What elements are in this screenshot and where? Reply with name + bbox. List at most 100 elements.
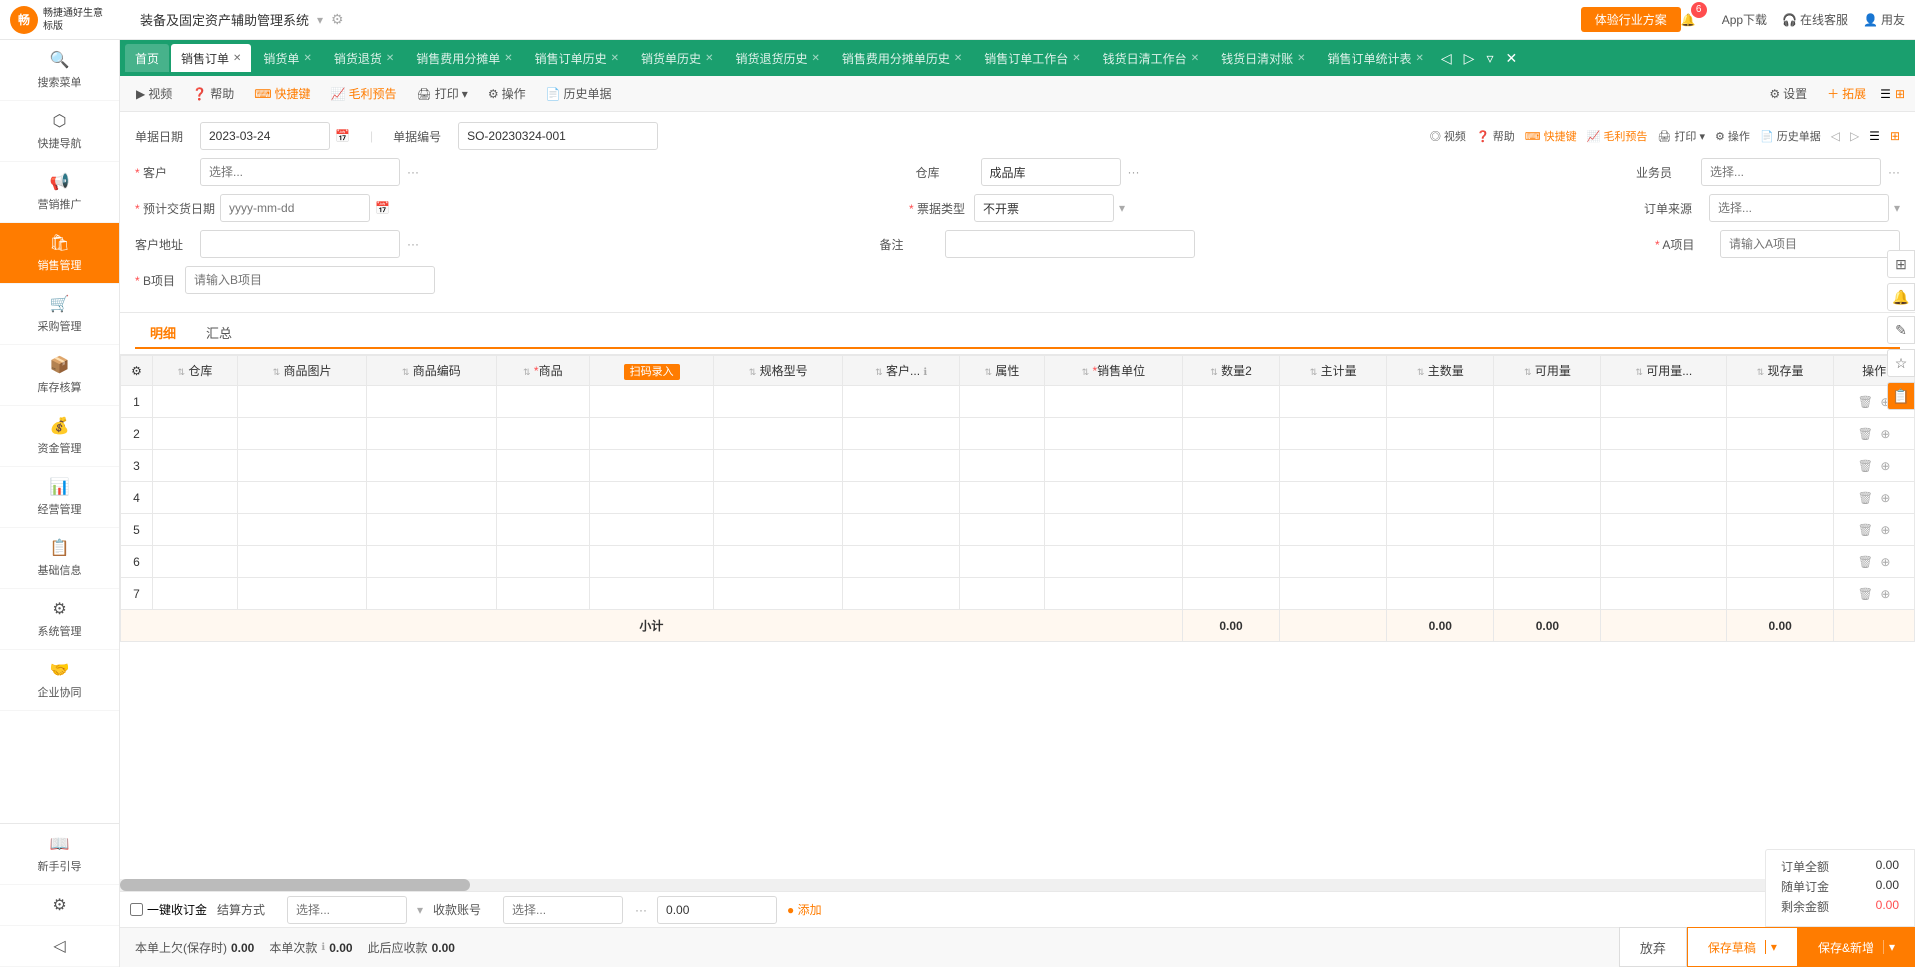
form-ops-btn[interactable]: ⚙ 操作 bbox=[1715, 128, 1750, 144]
tab-home[interactable]: 首页 bbox=[125, 44, 169, 72]
app-download-link[interactable]: App下载 bbox=[1722, 11, 1767, 28]
row-4-qty2[interactable] bbox=[1182, 482, 1279, 514]
row-1-mainqty[interactable] bbox=[1387, 386, 1494, 418]
sort-attr-icon[interactable]: ⇅ bbox=[984, 367, 992, 377]
row-6-attr[interactable] bbox=[959, 546, 1044, 578]
row-5-copy-icon[interactable]: ⊕ bbox=[1880, 523, 1890, 537]
invoice-input[interactable] bbox=[974, 194, 1114, 222]
row-2-code[interactable] bbox=[367, 418, 496, 450]
tab-fee-history-close[interactable]: ✕ bbox=[954, 53, 962, 64]
row-4-custref[interactable] bbox=[843, 482, 960, 514]
toolbar-print[interactable]: 🖨 打印 ▾ bbox=[411, 83, 474, 104]
sidebar-item-sys[interactable]: ⚙ 系统管理 bbox=[0, 589, 119, 650]
tab-invoice-history-close[interactable]: ✕ bbox=[705, 53, 713, 64]
row-5-custref[interactable] bbox=[843, 514, 960, 546]
row-7-warehouse[interactable] bbox=[153, 578, 238, 610]
toolbar-profit[interactable]: 📈 毛利预告 bbox=[325, 83, 403, 104]
form-print-btn[interactable]: 🖨 打印 ▾ bbox=[1657, 128, 1705, 144]
tab-fee-history[interactable]: 销售费用分摊单历史 ✕ bbox=[832, 44, 972, 72]
sort-avail2-icon[interactable]: ⇅ bbox=[1635, 367, 1643, 377]
right-btn-3[interactable]: ✎ bbox=[1887, 316, 1915, 344]
row-1-delete-icon[interactable]: 🗑 bbox=[1858, 395, 1873, 409]
tab-sales-invoice-close[interactable]: ✕ bbox=[303, 53, 311, 64]
sort-unit-icon[interactable]: ⇅ bbox=[1082, 367, 1090, 377]
payment-method-dropdown[interactable]: ▾ bbox=[417, 903, 423, 917]
form-grid-icon[interactable]: ⊞ bbox=[1890, 129, 1900, 143]
user-avatar[interactable]: 👤 用友 bbox=[1863, 11, 1905, 28]
sidebar-item-guide[interactable]: 📖 新手引导 bbox=[0, 824, 119, 885]
row-7-unit[interactable] bbox=[1044, 578, 1182, 610]
row-5-spec[interactable] bbox=[714, 514, 843, 546]
row-4-img[interactable] bbox=[237, 482, 366, 514]
toolbar-help[interactable]: ❓ 帮助 bbox=[186, 83, 240, 104]
row-3-qty2[interactable] bbox=[1182, 450, 1279, 482]
toolbar-history[interactable]: 📄 历史单据 bbox=[540, 83, 618, 104]
row-7-img[interactable] bbox=[237, 578, 366, 610]
tab-order-history[interactable]: 销售订单历史 ✕ bbox=[525, 44, 629, 72]
row-2-unit[interactable] bbox=[1044, 418, 1182, 450]
row-4-warehouse[interactable] bbox=[153, 482, 238, 514]
tab-order-history-close[interactable]: ✕ bbox=[611, 53, 619, 64]
row-7-delete-icon[interactable]: 🗑 bbox=[1858, 587, 1873, 601]
row-5-attr[interactable] bbox=[959, 514, 1044, 546]
tab-fee-split-close[interactable]: ✕ bbox=[504, 53, 512, 64]
industry-plan-button[interactable]: 体验行业方案 bbox=[1581, 7, 1681, 32]
row-2-spec[interactable] bbox=[714, 418, 843, 450]
sort-avail-icon[interactable]: ⇅ bbox=[1524, 367, 1532, 377]
sort-code-icon[interactable]: ⇅ bbox=[402, 367, 410, 377]
tab-sales-summary-close[interactable]: ✕ bbox=[1416, 53, 1424, 64]
row-5-unit[interactable] bbox=[1044, 514, 1182, 546]
row-5-warehouse[interactable] bbox=[153, 514, 238, 546]
row-6-copy-icon[interactable]: ⊕ bbox=[1880, 555, 1890, 569]
warehouse-dots[interactable]: ··· bbox=[1128, 165, 1140, 179]
sidebar-item-sales[interactable]: 🛍 销售管理 bbox=[0, 223, 119, 284]
sort-mainqty-icon[interactable]: ⇅ bbox=[1417, 367, 1425, 377]
row-5-delete-icon[interactable]: 🗑 bbox=[1858, 523, 1873, 537]
right-btn-2[interactable]: 🔔 bbox=[1887, 283, 1915, 311]
row-7-code[interactable] bbox=[367, 578, 496, 610]
row-7-attr[interactable] bbox=[959, 578, 1044, 610]
row-4-product[interactable] bbox=[496, 482, 590, 514]
form-profit-btn[interactable]: 📈 毛利预告 bbox=[1587, 128, 1648, 144]
customer-input[interactable] bbox=[200, 158, 400, 186]
sidebar-item-stock[interactable]: 📦 库存核算 bbox=[0, 345, 119, 406]
save-new-button[interactable]: 保存&新增 ▾ bbox=[1798, 927, 1915, 967]
inner-tab-summary[interactable]: 汇总 bbox=[191, 318, 247, 349]
row-2-mainqty[interactable] bbox=[1387, 418, 1494, 450]
online-service-link[interactable]: 🎧 在线客服 bbox=[1782, 11, 1848, 28]
b-project-input[interactable] bbox=[185, 266, 435, 294]
tab-workbench[interactable]: 销售订单工作台 ✕ bbox=[974, 44, 1090, 72]
row-6-spec[interactable] bbox=[714, 546, 843, 578]
customer-dots[interactable]: ··· bbox=[407, 165, 419, 179]
row-1-custref[interactable] bbox=[843, 386, 960, 418]
row-2-delete-icon[interactable]: 🗑 bbox=[1858, 427, 1873, 441]
row-3-code[interactable] bbox=[367, 450, 496, 482]
sort-product-icon[interactable]: ⇅ bbox=[523, 367, 531, 377]
row-5-product[interactable] bbox=[496, 514, 590, 546]
sidebar-settings-item[interactable]: ⚙ bbox=[0, 885, 119, 926]
form-view-btn[interactable]: ◎ 视频 bbox=[1430, 128, 1466, 144]
tab-return-history[interactable]: 销货退货历史 ✕ bbox=[725, 44, 829, 72]
sort-custref-icon[interactable]: ⇅ bbox=[875, 367, 883, 377]
row-1-unit[interactable] bbox=[1044, 386, 1182, 418]
address-input[interactable] bbox=[200, 230, 400, 258]
sort-mainunit-icon[interactable]: ⇅ bbox=[1310, 367, 1318, 377]
row-2-qty2[interactable] bbox=[1182, 418, 1279, 450]
row-3-img[interactable] bbox=[237, 450, 366, 482]
form-shortcut-btn[interactable]: ⌨ 快捷键 bbox=[1525, 128, 1577, 144]
tab-nav-menu[interactable]: ▿ bbox=[1481, 50, 1498, 67]
account-input[interactable] bbox=[503, 896, 623, 924]
order-source-input[interactable] bbox=[1709, 194, 1889, 222]
sort-qty2-icon[interactable]: ⇅ bbox=[1210, 367, 1218, 377]
order-source-dropdown-icon[interactable]: ▾ bbox=[1894, 201, 1900, 215]
form-help-btn[interactable]: ❓ 帮助 bbox=[1476, 128, 1515, 144]
tab-fee-split[interactable]: 销售费用分摊单 ✕ bbox=[406, 44, 522, 72]
print-dropdown-icon[interactable]: ▾ bbox=[462, 87, 468, 101]
note-input[interactable] bbox=[945, 230, 1195, 258]
sidebar-item-ops[interactable]: 📊 经营管理 bbox=[0, 467, 119, 528]
row-2-img[interactable] bbox=[237, 418, 366, 450]
tab-cash-reconcile-close[interactable]: ✕ bbox=[1297, 53, 1305, 64]
tab-invoice-history[interactable]: 销货单历史 ✕ bbox=[631, 44, 723, 72]
save-draft-button[interactable]: 保存草稿 ▾ bbox=[1687, 927, 1798, 967]
col-setting[interactable]: ⚙ bbox=[121, 356, 153, 386]
